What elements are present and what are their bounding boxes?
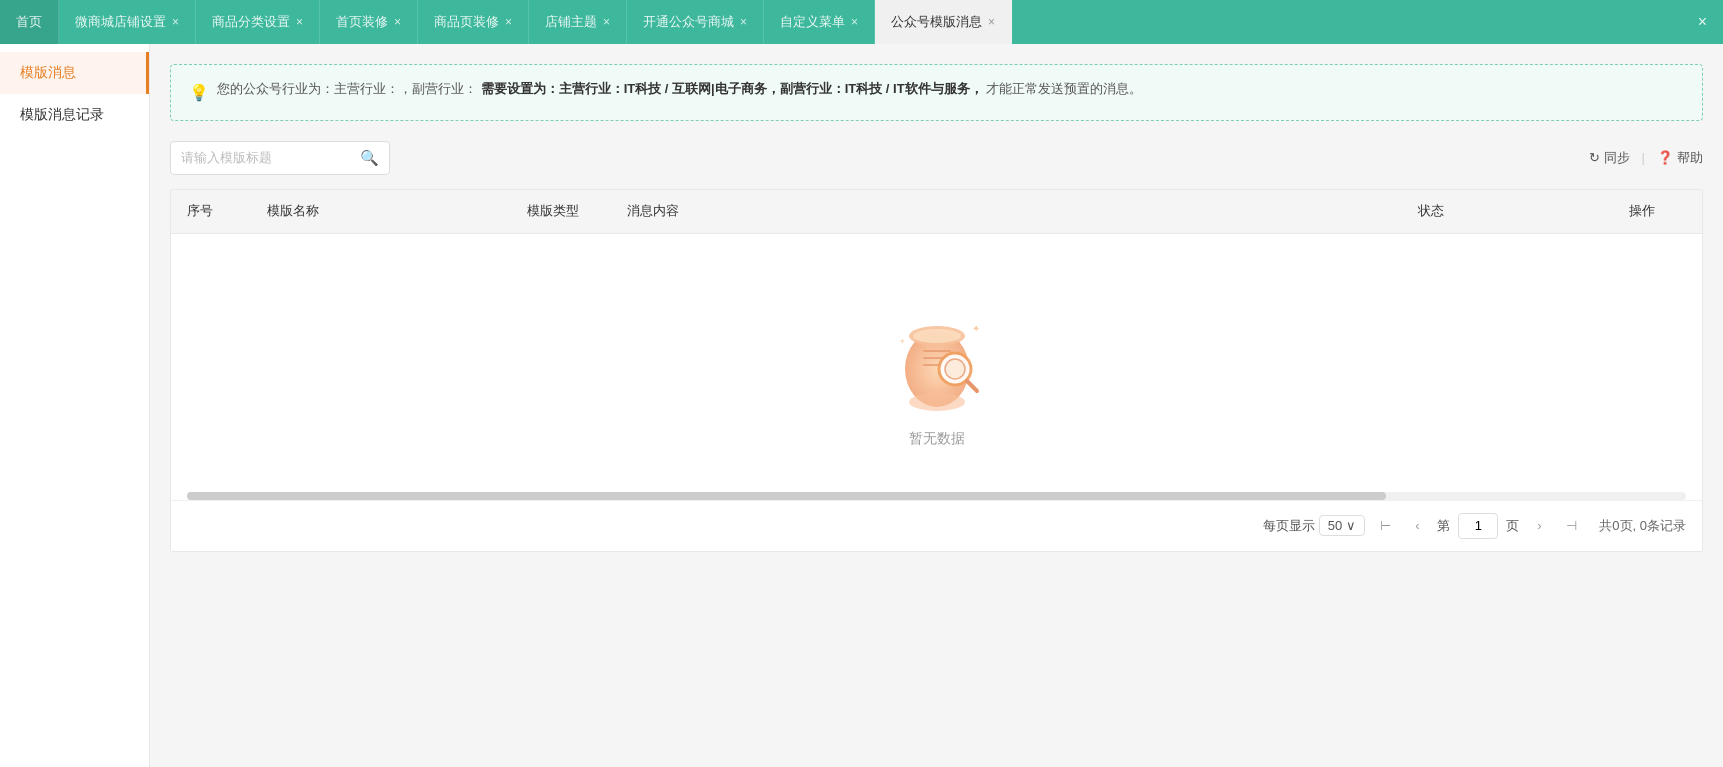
nav-item-weshop[interactable]: 微商城店铺设置 × — [59, 0, 196, 44]
notice-suffix: 才能正常发送预置的消息。 — [986, 81, 1142, 96]
per-page-dropdown[interactable]: 50 ∨ — [1319, 515, 1365, 536]
th-content: 消息内容 — [611, 202, 1402, 220]
sidebar-item-template-msg[interactable]: 模版消息 — [0, 52, 149, 94]
th-type: 模版类型 — [511, 202, 611, 220]
th-seq: 序号 — [171, 202, 251, 220]
toolbar-divider: | — [1642, 150, 1645, 165]
nav-item-open-mall[interactable]: 开通公众号商城 × — [627, 0, 764, 44]
nav-label-open-mall: 开通公众号商城 — [643, 13, 734, 31]
help-icon: ❓ — [1657, 150, 1673, 165]
search-bar: 🔍 ↻ 同步 | ❓ 帮助 — [170, 141, 1703, 175]
search-input[interactable] — [181, 150, 360, 165]
page-input[interactable] — [1458, 513, 1498, 539]
help-label: 帮助 — [1677, 149, 1703, 167]
sidebar-item-template-msg-log[interactable]: 模版消息记录 — [0, 94, 149, 136]
nav-item-product-decor[interactable]: 商品页装修 × — [418, 0, 529, 44]
scroll-thumb — [187, 492, 1386, 500]
notice-icon: 💡 — [189, 80, 209, 106]
svg-line-8 — [967, 381, 977, 391]
nav-item-template-msg[interactable]: 公众号模版消息 × — [875, 0, 1012, 44]
total-text: 共0页, 0条记录 — [1599, 517, 1686, 535]
main-layout: 模版消息 模版消息记录 💡 您的公众号行业为：主营行业：，副营行业： 需要设置为… — [0, 44, 1723, 767]
nav-label-home: 首页 — [16, 13, 42, 31]
nav-label-template-msg: 公众号模版消息 — [891, 13, 982, 31]
nav-close-product-decor[interactable]: × — [505, 16, 512, 28]
page-suffix: 页 — [1506, 517, 1519, 535]
nav-label-store-theme: 店铺主题 — [545, 13, 597, 31]
nav-label-category: 商品分类设置 — [212, 13, 290, 31]
next-page-button[interactable]: › — [1527, 514, 1551, 538]
page-label: 第 — [1437, 517, 1450, 535]
horizontal-scrollbar[interactable] — [187, 492, 1686, 500]
nav-item-store-theme[interactable]: 店铺主题 × — [529, 0, 627, 44]
nav-close-custom-menu[interactable]: × — [851, 16, 858, 28]
nav-label-home-decor: 首页装修 — [336, 13, 388, 31]
empty-state: ✦ ✦ 暂无数据 — [171, 234, 1702, 488]
per-page-label: 每页显示 — [1263, 517, 1315, 535]
nav-label-custom-menu: 自定义菜单 — [780, 13, 845, 31]
search-input-wrap: 🔍 — [170, 141, 390, 175]
data-table: 序号 模版名称 模版类型 消息内容 状态 操作 — [170, 189, 1703, 552]
sync-icon: ↻ — [1589, 150, 1600, 165]
nav-close-open-mall[interactable]: × — [740, 16, 747, 28]
pagination-bar: 每页显示 50 ∨ ⊢ ‹ 第 页 › ⊣ 共0页, 0条记录 — [171, 500, 1702, 551]
svg-point-2 — [913, 329, 961, 343]
nav-item-category[interactable]: 商品分类设置 × — [196, 0, 320, 44]
per-page-select: 每页显示 50 ∨ — [1263, 515, 1365, 536]
nav-item-home-decor[interactable]: 首页装修 × — [320, 0, 418, 44]
toolbar-right: ↻ 同步 | ❓ 帮助 — [1589, 149, 1703, 167]
content-area: 💡 您的公众号行业为：主营行业：，副营行业： 需要设置为：主营行业：IT科技 /… — [150, 44, 1723, 767]
global-close-button[interactable]: × — [1682, 13, 1723, 31]
empty-illustration: ✦ ✦ — [877, 294, 997, 414]
notice-highlight: 需要设置为：主营行业：IT科技 / 互联网|电子商务，副营行业：IT科技 / I… — [481, 81, 983, 96]
svg-text:✦: ✦ — [899, 337, 906, 346]
top-nav: 首页 微商城店铺设置 × 商品分类设置 × 首页装修 × 商品页装修 × 店铺主… — [0, 0, 1723, 44]
nav-close-template-msg[interactable]: × — [988, 16, 995, 28]
empty-text: 暂无数据 — [909, 430, 965, 448]
th-status: 状态 — [1402, 202, 1582, 220]
prev-page-button[interactable]: ‹ — [1405, 514, 1429, 538]
per-page-chevron-icon: ∨ — [1346, 518, 1356, 533]
nav-close-home-decor[interactable]: × — [394, 16, 401, 28]
nav-item-home[interactable]: 首页 — [0, 0, 59, 44]
nav-close-category[interactable]: × — [296, 16, 303, 28]
sync-button[interactable]: ↻ 同步 — [1589, 149, 1630, 167]
nav-close-store-theme[interactable]: × — [603, 16, 610, 28]
notice-box: 💡 您的公众号行业为：主营行业：，副营行业： 需要设置为：主营行业：IT科技 /… — [170, 64, 1703, 121]
help-button[interactable]: ❓ 帮助 — [1657, 149, 1703, 167]
first-page-button[interactable]: ⊢ — [1373, 514, 1397, 538]
search-button[interactable]: 🔍 — [360, 149, 379, 167]
nav-label-product-decor: 商品页装修 — [434, 13, 499, 31]
th-name: 模版名称 — [251, 202, 511, 220]
svg-point-7 — [945, 359, 965, 379]
sync-label: 同步 — [1604, 149, 1630, 167]
sidebar: 模版消息 模版消息记录 — [0, 44, 150, 767]
table-header: 序号 模版名称 模版类型 消息内容 状态 操作 — [171, 190, 1702, 234]
nav-close-weshop[interactable]: × — [172, 16, 179, 28]
th-action: 操作 — [1582, 202, 1702, 220]
notice-text: 您的公众号行业为：主营行业：，副营行业： 需要设置为：主营行业：IT科技 / 互… — [217, 79, 1142, 100]
nav-item-custom-menu[interactable]: 自定义菜单 × — [764, 0, 875, 44]
last-page-button[interactable]: ⊣ — [1559, 514, 1583, 538]
nav-label-weshop: 微商城店铺设置 — [75, 13, 166, 31]
svg-text:✦: ✦ — [972, 323, 980, 334]
svg-point-9 — [909, 393, 965, 411]
notice-prefix: 您的公众号行业为：主营行业：，副营行业： — [217, 81, 477, 96]
per-page-value: 50 — [1328, 518, 1342, 533]
